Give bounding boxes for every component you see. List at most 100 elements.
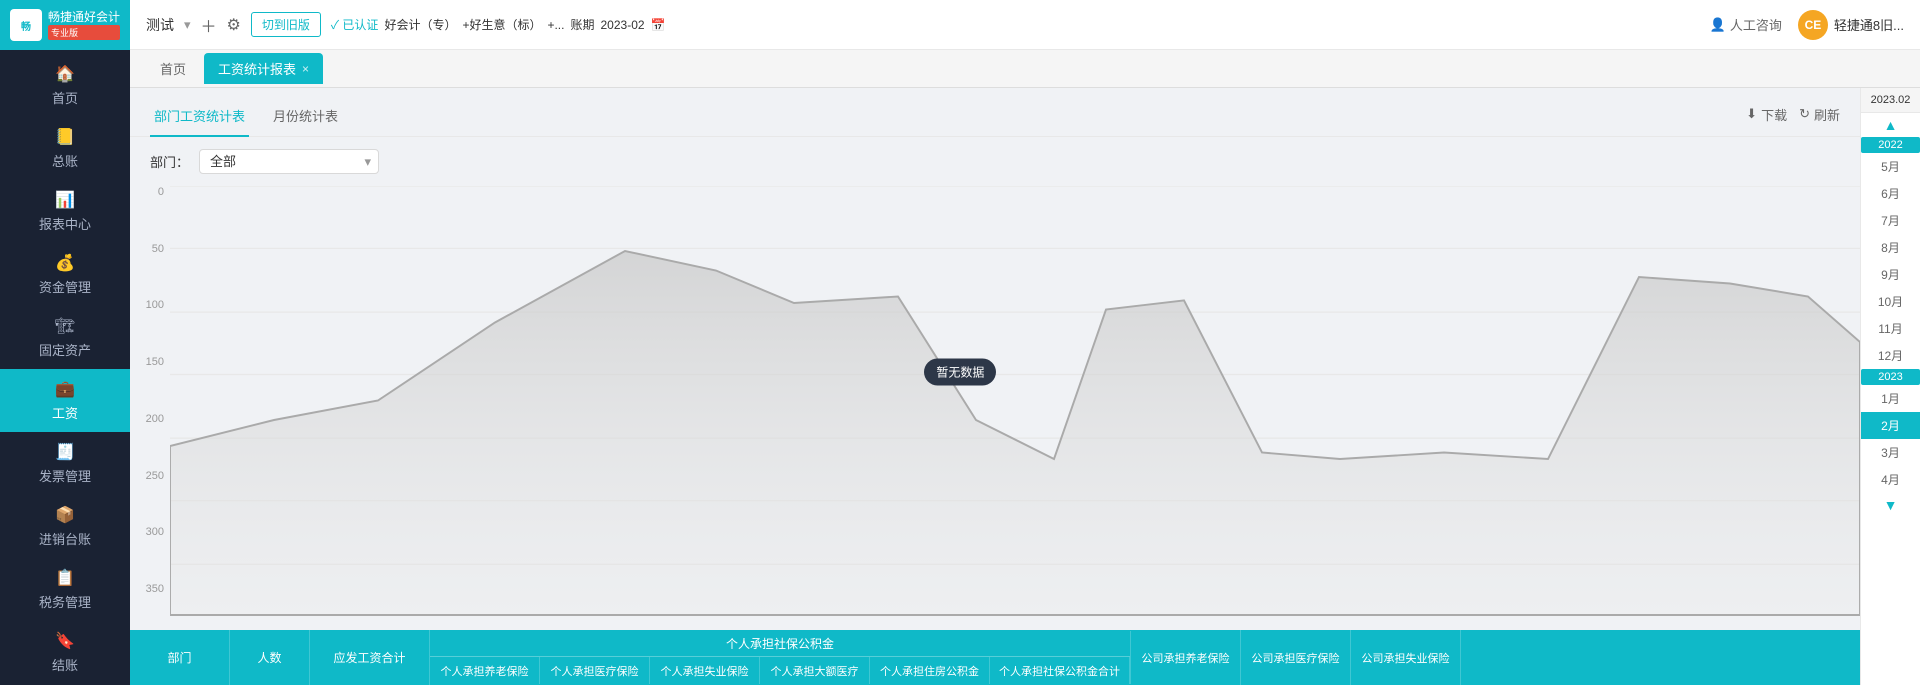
more-types: +...	[547, 18, 564, 32]
th-company-unemployment: 公司承担失业保险	[1351, 630, 1461, 685]
area-chart	[170, 186, 1860, 628]
sidebar-item-settle[interactable]: 🔖 结账	[0, 621, 130, 684]
help-button[interactable]: 👤 人工咨询	[1710, 15, 1782, 34]
sidebar-logo: 畅 畅捷通好会计 专业版	[0, 0, 130, 50]
home-icon: 🏠	[55, 64, 75, 84]
tab-salary-report[interactable]: 工资统计报表 ×	[204, 53, 323, 84]
calendar-icon[interactable]: 📅	[651, 18, 666, 32]
date-panel: 2023.02 ▲ 2022 5月 6月 7月 8月 9月 10月 11月 12…	[1860, 88, 1920, 685]
chart-area: 350 300 250 200 150 100 50 0	[130, 186, 1860, 630]
sidebar-item-label: 发票管理	[39, 466, 91, 485]
topbar-title: 测试	[146, 15, 174, 35]
topbar-settings-button[interactable]: ⚙	[227, 15, 241, 35]
topbar-right: 👤 人工咨询 CE 轻捷通8旧...	[1710, 10, 1904, 40]
sidebar-item-reports[interactable]: 📊 报表中心	[0, 180, 130, 243]
tab-close-button[interactable]: ×	[302, 62, 309, 76]
th-personal-pension: 个人承担养老保险	[430, 657, 540, 684]
sidebar-item-label: 报表中心	[39, 214, 91, 233]
main-body: 部门工资统计表 月份统计表 ⬇ 下载 ↻ 刷新	[130, 88, 1920, 685]
main-content: 部门工资统计表 月份统计表 ⬇ 下载 ↻ 刷新	[130, 88, 1860, 685]
th-personal-group: 个人承担社保公积金 个人承担养老保险 个人承担医疗保险 个人承担失业保险 个人承…	[430, 631, 1131, 684]
date-item-2023-1[interactable]: 1月	[1861, 385, 1920, 412]
sub-tabs-left: 部门工资统计表 月份统计表	[150, 100, 342, 136]
th-company-medical: 公司承担医疗保险	[1241, 630, 1351, 685]
purchase-icon: 📦	[55, 505, 75, 525]
year-2022-badge: 2022	[1861, 137, 1920, 153]
y-label-4: 150	[130, 356, 170, 368]
download-icon: ⬇	[1746, 106, 1757, 122]
date-item-2023-4[interactable]: 4月	[1861, 466, 1920, 493]
verified-status: ✓ 已认证	[331, 16, 379, 33]
sidebar-item-salary[interactable]: 💼 工资	[0, 369, 130, 432]
switch-version-button[interactable]: 切到旧版	[251, 12, 321, 37]
tab-bar: 首页 工资统计报表 ×	[130, 50, 1920, 88]
date-item-7[interactable]: 7月	[1861, 207, 1920, 234]
sidebar-item-ledger[interactable]: 📒 总账	[0, 117, 130, 180]
refresh-button[interactable]: ↻ 刷新	[1799, 105, 1840, 124]
th-group-title: 个人承担社保公积金	[430, 631, 1130, 657]
sub-tab-dept[interactable]: 部门工资统计表	[150, 100, 249, 137]
sidebar-item-label: 税务管理	[39, 592, 91, 611]
y-label-3: 200	[130, 413, 170, 425]
invoice-icon: 🧾	[55, 442, 75, 462]
accounting-type: 好会计（专）	[384, 16, 456, 33]
department-select[interactable]: 全部 财务部 销售部 行政部	[199, 149, 379, 174]
date-nav-down[interactable]: ▼	[1861, 493, 1920, 517]
y-label-1: 300	[130, 526, 170, 538]
salary-icon: 💼	[55, 379, 75, 399]
sidebar-item-label: 首页	[52, 88, 78, 107]
date-item-6[interactable]: 6月	[1861, 180, 1920, 207]
topbar-add-button[interactable]: ＋	[201, 13, 217, 37]
date-item-12[interactable]: 12月	[1861, 342, 1920, 369]
sidebar-item-tax[interactable]: 📋 税务管理	[0, 558, 130, 621]
topbar: 测试 ▾ ＋ ⚙ 切到旧版 ✓ 已认证 好会计（专） +好生意（标） +... …	[130, 0, 1920, 50]
refresh-icon: ↻	[1799, 106, 1810, 122]
settle-icon: 🔖	[55, 631, 75, 651]
ledger-icon: 📒	[55, 127, 75, 147]
date-item-10[interactable]: 10月	[1861, 288, 1920, 315]
y-label-5: 100	[130, 299, 170, 311]
date-item-11[interactable]: 11月	[1861, 315, 1920, 342]
y-label-0: 350	[130, 583, 170, 595]
sidebar-nav: 🏠 首页 📒 总账 📊 报表中心 💰 资金管理 🏗 固定资产 💼 工资 🧾 发票…	[0, 50, 130, 685]
th-total-salary: 应发工资合计	[310, 630, 430, 685]
th-personal-housing: 个人承担住房公积金	[870, 657, 990, 684]
avatar: CE	[1798, 10, 1828, 40]
sub-tab-monthly[interactable]: 月份统计表	[269, 100, 342, 137]
year-2023-badge: 2023	[1861, 369, 1920, 385]
user-name: 轻捷通8旧...	[1834, 15, 1904, 34]
user-menu[interactable]: CE 轻捷通8旧...	[1798, 10, 1904, 40]
date-item-9[interactable]: 9月	[1861, 261, 1920, 288]
sidebar-item-label: 固定资产	[39, 340, 91, 359]
sidebar-item-funds[interactable]: 💰 资金管理	[0, 243, 130, 306]
date-item-2023-3[interactable]: 3月	[1861, 439, 1920, 466]
date-item-5[interactable]: 5月	[1861, 153, 1920, 180]
download-button[interactable]: ⬇ 下载	[1746, 105, 1787, 124]
date-nav-up[interactable]: ▲	[1861, 113, 1920, 137]
main-area: 测试 ▾ ＋ ⚙ 切到旧版 ✓ 已认证 好会计（专） +好生意（标） +... …	[130, 0, 1920, 685]
sidebar-item-label: 进销台账	[39, 529, 91, 548]
th-personal-total: 个人承担社保公积金合计	[990, 657, 1130, 684]
table-header: 部门 人数 应发工资合计 个人承担社保公积金 个人承担养老保险	[130, 630, 1860, 685]
date-current: 2023.02	[1861, 88, 1920, 113]
sidebar-item-assets[interactable]: 🏗 固定资产	[0, 306, 130, 369]
th-personal-unemployment: 个人承担失业保险	[650, 657, 760, 684]
th-count: 人数	[230, 630, 310, 685]
tab-home[interactable]: 首页	[146, 53, 200, 84]
sidebar-item-label: 结账	[52, 655, 78, 674]
assets-icon: 🏗	[55, 316, 75, 336]
th-company-pension: 公司承担养老保险	[1131, 630, 1241, 685]
period-label: 账期	[570, 16, 594, 33]
sidebar-item-home[interactable]: 🏠 首页	[0, 54, 130, 117]
sidebar-item-invoice[interactable]: 🧾 发票管理	[0, 432, 130, 495]
th-group-cells: 个人承担养老保险 个人承担医疗保险 个人承担失业保险 个人承担大额医疗 个人承担	[430, 657, 1130, 684]
topbar-dropdown-arrow[interactable]: ▾	[184, 17, 191, 33]
logo-text: 畅捷通好会计 专业版	[48, 10, 120, 41]
y-label-2: 250	[130, 470, 170, 482]
date-item-2023-2[interactable]: 2月	[1861, 412, 1920, 439]
th-personal-medical: 个人承担医疗保险	[540, 657, 650, 684]
business-type: +好生意（标）	[462, 16, 541, 33]
date-item-8[interactable]: 8月	[1861, 234, 1920, 261]
sidebar: 畅 畅捷通好会计 专业版 🏠 首页 📒 总账 📊 报表中心 💰 资金管理 🏗 固…	[0, 0, 130, 685]
sidebar-item-purchase[interactable]: 📦 进销台账	[0, 495, 130, 558]
